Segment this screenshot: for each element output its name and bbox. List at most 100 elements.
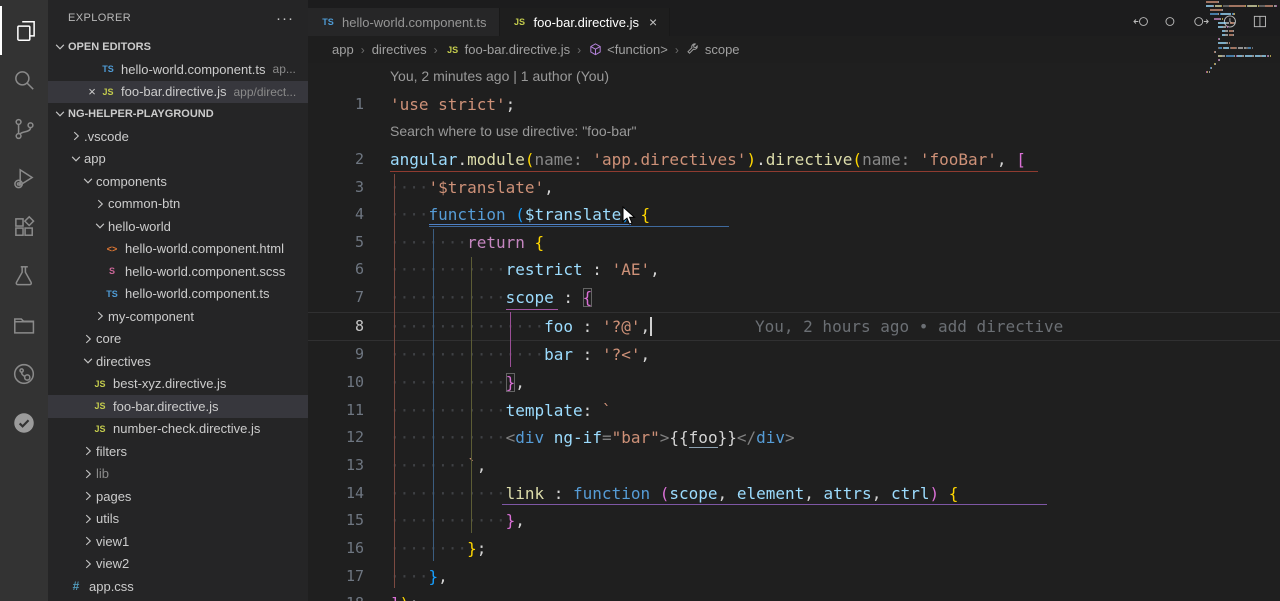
editor-region: TS hello-world.component.ts JS foo-bar.dire…: [308, 0, 1280, 601]
html-file-icon: <>: [106, 243, 118, 254]
code-line-8[interactable]: 8 ················foo : '?@', You, 2 hours…: [308, 311, 1280, 342]
code-line-7[interactable]: 7 ············scope : {: [308, 284, 1280, 312]
ts-file-icon: TS: [102, 64, 114, 75]
chevron-down-icon: [52, 39, 68, 55]
tree-item-common-btn[interactable]: common-btn: [48, 193, 308, 216]
tree-item-hello-world[interactable]: hello-world: [48, 215, 308, 238]
tree-item-hello-world-component-html[interactable]: <> hello-world.component.html: [48, 238, 308, 261]
open-editors-header[interactable]: OPEN EDITORS: [48, 36, 308, 58]
breadcrumb-separator: ›: [674, 42, 679, 57]
code-line-15[interactable]: 15 ············},: [308, 507, 1280, 535]
tree-item-components[interactable]: components: [48, 170, 308, 193]
tree-item-my-component[interactable]: my-component: [48, 305, 308, 328]
gitlens-icon[interactable]: [0, 349, 48, 398]
tree-item-view2[interactable]: view2: [48, 553, 308, 576]
code-line-11[interactable]: 11 ············template: `: [308, 397, 1280, 425]
codelens[interactable]: Search where to use directive: "foo-bar": [308, 118, 1280, 146]
code-line-3[interactable]: 3 ····'$translate',: [308, 174, 1280, 202]
tree-item-foo-bar-directive-js[interactable]: JS foo-bar.directive.js: [48, 395, 308, 418]
js-file-icon: JS: [94, 401, 106, 412]
close-icon[interactable]: ×: [649, 14, 657, 30]
run-debug-icon[interactable]: [0, 153, 48, 202]
chevron-right-icon: [80, 533, 96, 549]
checks-icon[interactable]: [0, 398, 48, 447]
whitespace-dots: ····: [390, 177, 429, 197]
tree-item-pages[interactable]: pages: [48, 485, 308, 508]
line-number: 1: [354, 94, 364, 113]
tree-item-core[interactable]: core: [48, 328, 308, 351]
tree-item-utils[interactable]: utils: [48, 508, 308, 531]
source-control-icon[interactable]: [0, 104, 48, 153]
whitespace-dots: ················: [390, 316, 545, 336]
chevron-right-icon: [80, 488, 96, 504]
code-line-18[interactable]: 18]);: [308, 590, 1280, 601]
code-line-16[interactable]: 16 ········};: [308, 535, 1280, 563]
extensions-icon[interactable]: [0, 202, 48, 251]
previous-change-icon[interactable]: [1130, 10, 1152, 32]
tree-item-hello-world-component-scss[interactable]: Shello-world.component.scss: [48, 260, 308, 283]
whitespace-dots: ············: [390, 483, 506, 503]
search-icon[interactable]: [0, 55, 48, 104]
workspace-root[interactable]: NG-HELPER-PLAYGROUND: [48, 103, 308, 125]
code-line-5[interactable]: 5 ········return {: [308, 229, 1280, 257]
code-line-13[interactable]: 13········`,: [308, 452, 1280, 480]
tree-item-label: hello-world.component.ts: [125, 286, 270, 302]
code-line-2[interactable]: 2 angular.module(name: 'app.directives').…: [308, 146, 1280, 174]
tree-item--vscode[interactable]: .vscode: [48, 125, 308, 148]
breadcrumb-label: <function>: [607, 42, 668, 57]
line-number: 3: [354, 177, 364, 196]
codelens[interactable]: You, 2 minutes ago | 1 author (You): [308, 63, 1280, 91]
compare-changes-icon[interactable]: [1160, 10, 1182, 32]
close-icon[interactable]: ×: [84, 84, 100, 99]
tree-item-lib[interactable]: lib: [48, 463, 308, 486]
project-folder-icon[interactable]: [0, 300, 48, 349]
test-beaker-icon[interactable]: [0, 251, 48, 300]
breadcrumb-item[interactable]: directives: [372, 42, 427, 57]
tab-hello-world-component-ts[interactable]: TS hello-world.component.ts: [308, 8, 500, 36]
code-line-9[interactable]: 9 ················bar : '?<',: [308, 341, 1280, 369]
line-number: 2: [354, 149, 364, 168]
line-number: 10: [345, 373, 364, 392]
chevron-right-icon: [80, 556, 96, 572]
open-editor-item[interactable]: TS hello-world.component.ts ap...: [48, 58, 308, 81]
code-line-1[interactable]: 1'use strict';: [308, 91, 1280, 119]
tree-item-directives[interactable]: directives: [48, 350, 308, 373]
code-line-12[interactable]: 12 ············<div ng-if="bar">{{foo}}</…: [308, 424, 1280, 452]
breadcrumb-item[interactable]: scope: [686, 42, 740, 57]
breadcrumb-item[interactable]: JS foo-bar.directive.js: [445, 42, 570, 57]
more-actions-icon[interactable]: ···: [276, 10, 294, 27]
code-editor[interactable]: You, 2 minutes ago | 1 author (You) 1'use…: [308, 63, 1280, 601]
code-line-4[interactable]: 4 ····function ($translate) {: [308, 201, 1280, 229]
minimap[interactable]: [1206, 0, 1278, 150]
tree-item-label: components: [96, 173, 167, 189]
code-line-14[interactable]: 14 ············link : function (scope, el…: [308, 480, 1280, 508]
tree-item-app-css[interactable]: # app.css: [48, 575, 308, 598]
code-line-10[interactable]: 10 ············},: [308, 369, 1280, 397]
tree-item-label: core: [96, 331, 122, 347]
file-label: hello-world.component.ts: [121, 61, 266, 77]
breadcrumb-label: directives: [371, 42, 427, 57]
whitespace-dots: ····: [390, 205, 429, 225]
tree-item-filters[interactable]: filters: [48, 440, 308, 463]
tree-item-number-check-directive-js[interactable]: JS number-check.directive.js: [48, 418, 308, 441]
ts-file-icon: TS: [106, 288, 118, 299]
code-line-17[interactable]: 17 ····},: [308, 563, 1280, 591]
breadcrumb-separator: ›: [360, 42, 365, 57]
breadcrumb-item[interactable]: <function>: [588, 42, 668, 57]
explorer-icon[interactable]: [0, 6, 50, 55]
line-number: 12: [345, 428, 364, 447]
open-editor-item[interactable]: × JS foo-bar.directive.js app/direct...: [48, 80, 308, 103]
chevron-right-icon: [92, 308, 108, 324]
tree-item-label: filters: [96, 443, 128, 459]
tree-item-label: foo-bar.directive.js: [113, 398, 219, 414]
chevron-down-icon: [80, 353, 96, 369]
tree-item-view1[interactable]: view1: [48, 530, 308, 553]
tree-item-app[interactable]: app: [48, 148, 308, 171]
tree-item-best-xyz-directive-js[interactable]: JS best-xyz.directive.js: [48, 373, 308, 396]
breadcrumb-item[interactable]: app: [332, 42, 354, 57]
code-line-6[interactable]: 6 ············restrict : 'AE',: [308, 256, 1280, 284]
chevron-right-icon: [92, 196, 108, 212]
tree-item-hello-world-component-ts[interactable]: TS hello-world.component.ts: [48, 283, 308, 306]
whitespace-dots: ············: [390, 288, 506, 308]
tab-foo-bar-directive-js[interactable]: JS foo-bar.directive.js ×: [499, 8, 671, 36]
